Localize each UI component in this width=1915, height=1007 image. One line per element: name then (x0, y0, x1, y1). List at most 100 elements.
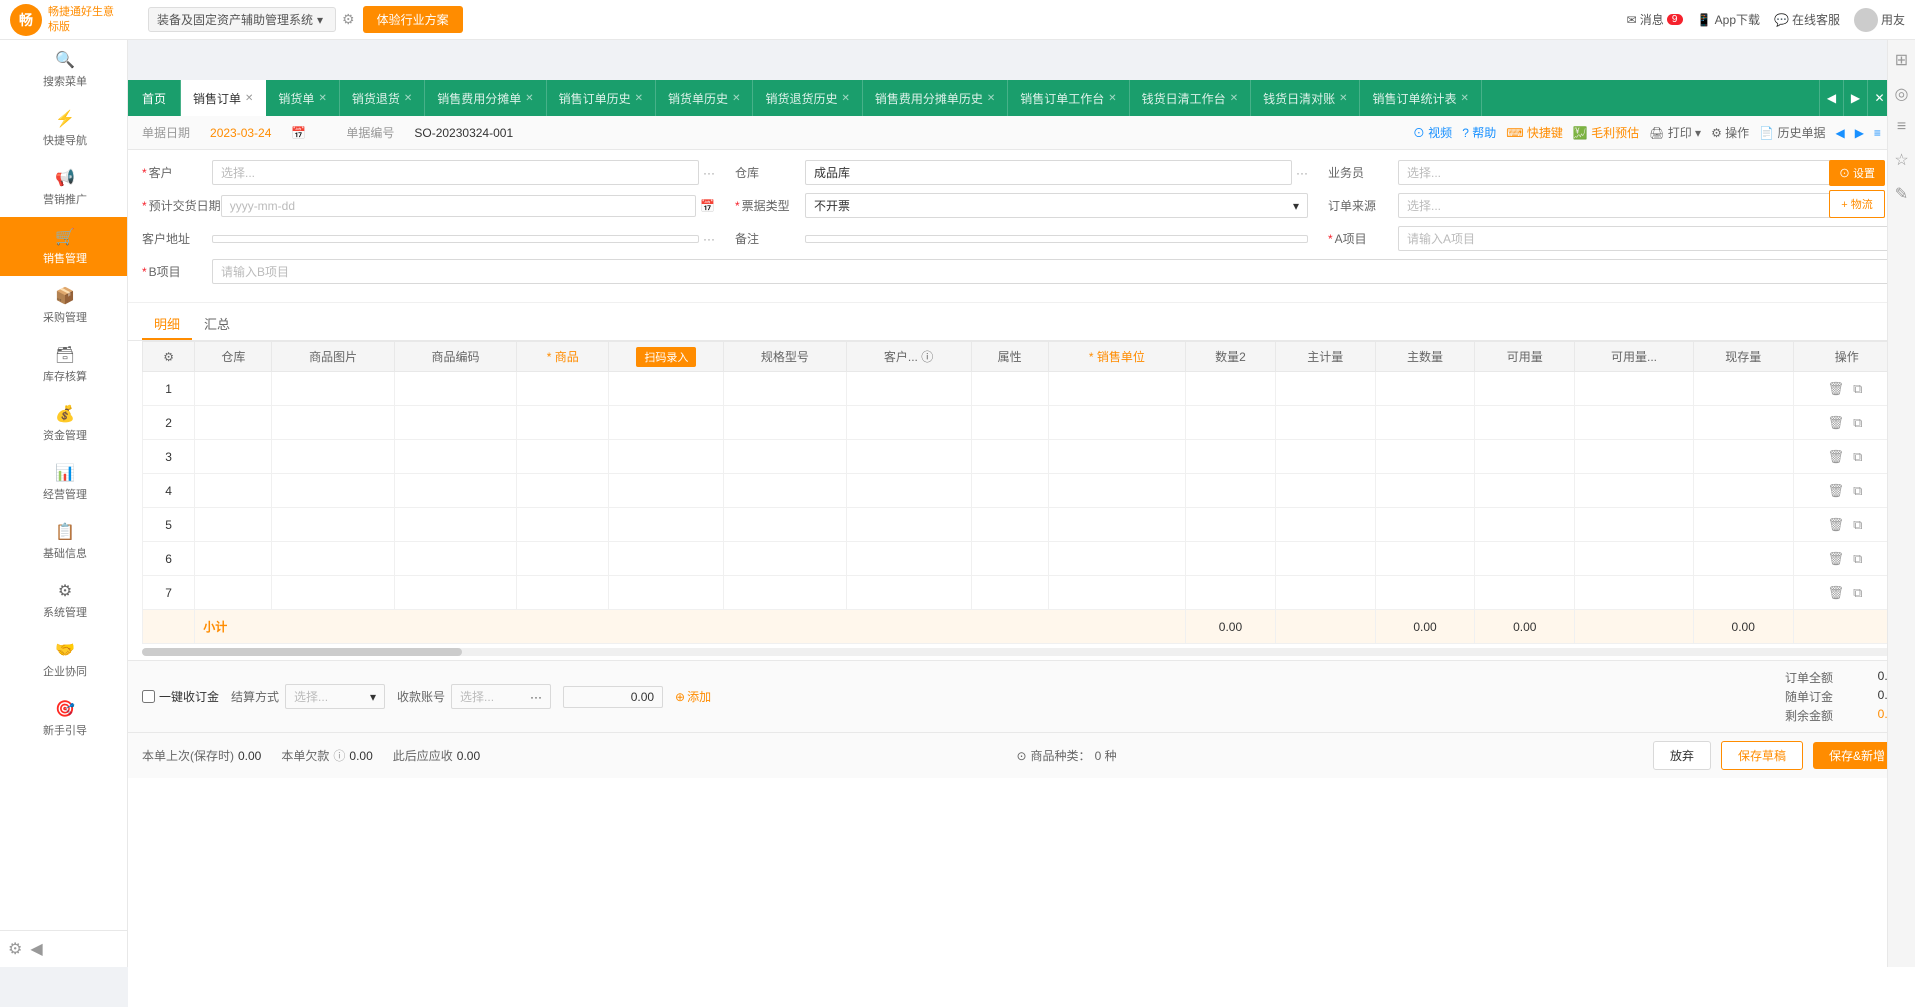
one-click-deposit-input[interactable] (142, 690, 155, 703)
sidebar-item-purchase[interactable]: 📦 采购管理 (0, 276, 127, 335)
sidebar-item-search[interactable]: 🔍 搜索菜单 (0, 40, 127, 99)
row-copy-icon[interactable]: ⧉ (1849, 414, 1867, 432)
action-profit[interactable]: 💹 毛利预估 (1573, 124, 1639, 141)
tab-close-icon[interactable]: ✕ (404, 93, 412, 104)
tab-cash-workbench[interactable]: 钱货日清工作台 ✕ (1130, 80, 1251, 116)
order-source-input[interactable]: 选择... (1398, 193, 1885, 218)
staff-input[interactable]: 选择... (1398, 160, 1885, 185)
tab-sales-return[interactable]: 销货退货 ✕ (340, 80, 425, 116)
tab-close-icon[interactable]: ✕ (635, 93, 643, 104)
tab-sales-order[interactable]: 销售订单 ✕ (181, 80, 266, 116)
tab-close-icon[interactable]: ✕ (841, 93, 849, 104)
add-btn[interactable]: ⊕ 添加 (675, 688, 711, 705)
sidebar-item-marketing[interactable]: 📢 营销推广 (0, 158, 127, 217)
tab-close-icon[interactable]: ✕ (1461, 93, 1469, 104)
remark-input[interactable] (805, 235, 1308, 243)
tab-sales-stats[interactable]: 销售订单统计表 ✕ (1360, 80, 1481, 116)
scroll-bar[interactable] (128, 648, 1915, 656)
payment-method-select[interactable]: 选择... ▾ (285, 684, 385, 709)
right-panel-icon-1[interactable]: ⊞ (1895, 50, 1908, 70)
col-settings[interactable]: ⚙ (143, 342, 195, 372)
owe-info-icon[interactable]: ⓘ (333, 747, 345, 764)
right-panel-icon-3[interactable]: ≡ (1897, 118, 1906, 136)
row-copy-icon[interactable]: ⧉ (1849, 584, 1867, 602)
industry-btn[interactable]: 体验行业方案 (363, 6, 463, 33)
account-select[interactable]: 选择... ··· (451, 684, 551, 709)
sidebar-item-finance[interactable]: 💰 资金管理 (0, 394, 127, 453)
invoice-select[interactable]: 不开票 ▾ (805, 193, 1308, 218)
sidebar-item-operation[interactable]: 📊 经营管理 (0, 453, 127, 512)
b-project-input[interactable]: 请输入B项目 (212, 259, 1901, 284)
tab-summary[interactable]: 汇总 (192, 309, 242, 340)
tab-close-icon[interactable]: ✕ (987, 93, 995, 104)
tab-close-icon[interactable]: ✕ (732, 93, 740, 104)
action-shortcuts[interactable]: ⌨ 快捷键 (1506, 124, 1563, 141)
row-copy-icon[interactable]: ⧉ (1849, 380, 1867, 398)
row-copy-icon[interactable]: ⧉ (1849, 516, 1867, 534)
tab-close-icon[interactable]: ✕ (1339, 93, 1347, 104)
warehouse-more-icon[interactable]: ··· (1296, 166, 1308, 180)
system-selector[interactable]: 装备及固定资产辅助管理系统 ▾ (148, 7, 336, 32)
a-project-input[interactable]: 请输入A项目 (1398, 226, 1901, 251)
action-video[interactable]: ⊙ 视频 (1413, 124, 1452, 141)
nav-prev-arrow[interactable]: ◀ (1819, 80, 1843, 116)
row-delete-icon[interactable]: 🗑 (1827, 516, 1845, 534)
app-download-btn[interactable]: 📱 App下载 (1697, 11, 1760, 28)
sidebar-item-system[interactable]: ⚙ 系统管理 (0, 571, 127, 630)
action-help[interactable]: ? 帮助 (1462, 124, 1496, 141)
right-panel-icon-5[interactable]: ✎ (1895, 184, 1908, 204)
amount-input[interactable]: 0.00 (563, 686, 663, 708)
tab-sales-fee[interactable]: 销售费用分摊单 ✕ (425, 80, 546, 116)
sidebar-item-sales[interactable]: 🛒 销售管理 (0, 217, 127, 276)
settings-gear-icon[interactable]: ⚙ (342, 11, 355, 28)
tab-close-icon[interactable]: ✕ (318, 93, 326, 104)
tab-cash-reconcile[interactable]: 钱货日清对账 ✕ (1251, 80, 1360, 116)
row-delete-icon[interactable]: 🗑 (1827, 584, 1845, 602)
tab-home[interactable]: 首页 (128, 80, 181, 116)
scan-enter-btn[interactable]: 扫码录入 (636, 347, 696, 367)
tab-close-icon[interactable]: ✕ (1108, 93, 1116, 104)
tab-sales-fee-history[interactable]: 销售费用分摊单历史 ✕ (863, 80, 1008, 116)
sidebar-settings-icon[interactable]: ⚙ (8, 939, 22, 959)
tab-detail[interactable]: 明细 (142, 309, 192, 340)
calendar-icon[interactable]: 📅 (291, 126, 306, 140)
customer-addr-input[interactable] (212, 235, 699, 243)
row-copy-icon[interactable]: ⧉ (1849, 550, 1867, 568)
tab-close-icon[interactable]: ✕ (245, 93, 253, 104)
customer-input[interactable]: 选择... (212, 160, 699, 185)
tab-close-icon[interactable]: ✕ (1230, 93, 1238, 104)
nav-next-arrow[interactable]: ▶ (1843, 80, 1867, 116)
addr-more-icon[interactable]: ··· (703, 232, 715, 246)
tab-sales-slip[interactable]: 销货单 ✕ (266, 80, 339, 116)
tab-sales-workbench[interactable]: 销售订单工作台 ✕ (1008, 80, 1129, 116)
delivery-date-input[interactable]: yyyy-mm-dd (221, 195, 696, 217)
warehouse-input[interactable]: 成品库 (805, 160, 1292, 185)
action-history[interactable]: 📄 历史单据 (1759, 124, 1825, 141)
sidebar-item-basic-info[interactable]: 📋 基础信息 (0, 512, 127, 571)
one-click-deposit-checkbox[interactable]: 一键收订金 (142, 688, 219, 705)
action-operate[interactable]: ⚙ 操作 (1711, 124, 1749, 141)
discard-btn[interactable]: 放弃 (1653, 741, 1711, 770)
nav-form-next[interactable]: ▶ (1855, 126, 1864, 140)
sidebar-collapse-icon[interactable]: ◀ (30, 939, 42, 959)
right-panel-icon-4[interactable]: ☆ (1894, 150, 1908, 170)
row-delete-icon[interactable]: 🗑 (1827, 414, 1845, 432)
tab-close-icon[interactable]: ✕ (525, 93, 533, 104)
row-copy-icon[interactable]: ⧉ (1849, 482, 1867, 500)
user-avatar[interactable]: 用友 (1854, 8, 1905, 32)
online-service-btn[interactable]: 💬 在线客服 (1774, 11, 1840, 28)
tab-sales-slip-history[interactable]: 销货单历史 ✕ (656, 80, 753, 116)
action-print[interactable]: 🖨 打印 ▾ (1649, 124, 1701, 141)
view-toggle-grid[interactable]: ≡ (1874, 126, 1881, 140)
row-delete-icon[interactable]: 🗑 (1827, 448, 1845, 466)
nav-form-prev[interactable]: ◀ (1835, 126, 1844, 140)
customer-more-icon[interactable]: ··· (703, 166, 715, 180)
right-panel-icon-2[interactable]: ◎ (1895, 84, 1909, 104)
sidebar-item-guide[interactable]: 🎯 新手引导 (0, 689, 127, 748)
settings-float-btn[interactable]: ⊙ 设置 (1829, 160, 1885, 186)
sidebar-item-quick-nav[interactable]: ⚡ 快捷导航 (0, 99, 127, 158)
row-delete-icon[interactable]: 🗑 (1827, 482, 1845, 500)
calendar-delivery-icon[interactable]: 📅 (700, 199, 715, 213)
add-material-float-btn[interactable]: + 物流 (1829, 190, 1885, 218)
row-delete-icon[interactable]: 🗑 (1827, 380, 1845, 398)
